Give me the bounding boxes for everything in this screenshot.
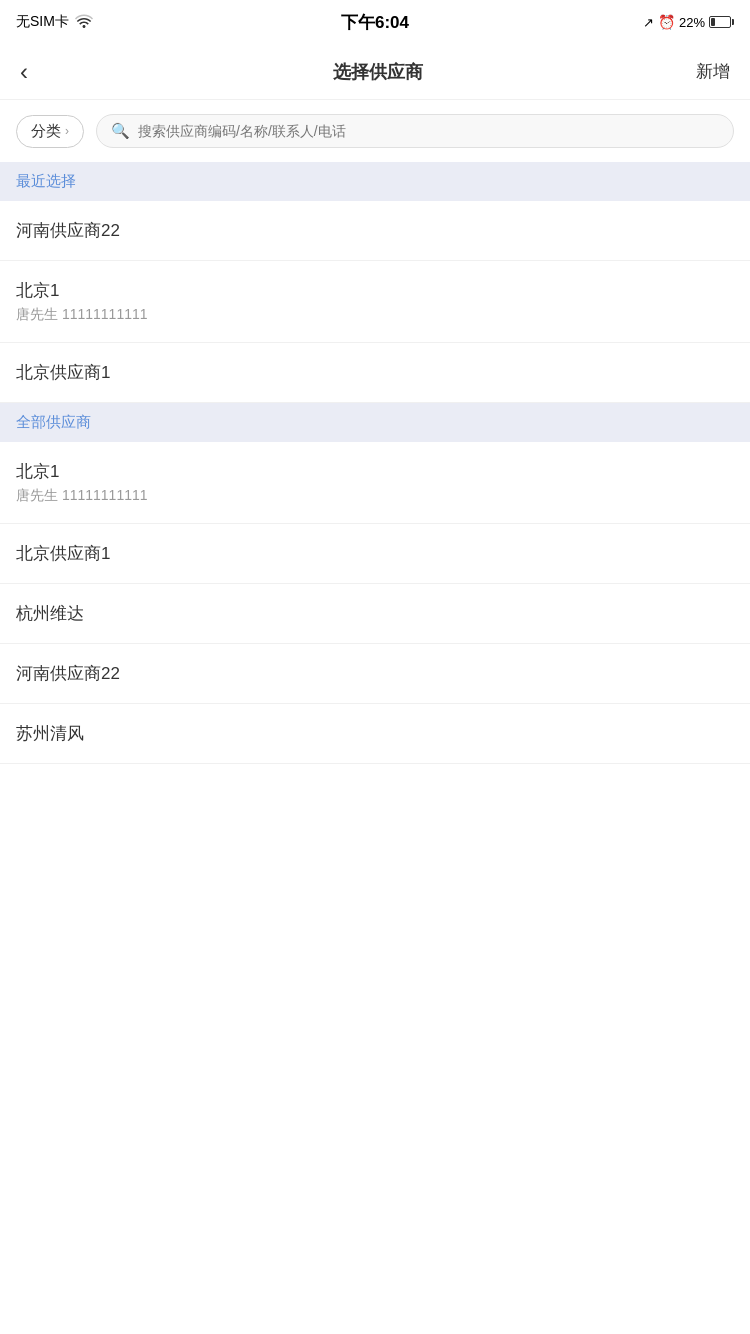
list-item[interactable]: 苏州清风 bbox=[0, 704, 750, 764]
back-button[interactable]: ‹ bbox=[20, 58, 60, 86]
nav-bar: ‹ 选择供应商 新增 bbox=[0, 44, 750, 100]
supplier-name: 苏州清风 bbox=[16, 722, 734, 745]
alarm-icon: ⏰ bbox=[658, 14, 675, 30]
all-items-list: 北京1 唐先生 11111111111 北京供应商1 杭州维达河南供应商22 苏州清风 bbox=[0, 442, 750, 764]
search-icon: 🔍 bbox=[111, 122, 130, 140]
list-item[interactable]: 北京1 唐先生 11111111111 bbox=[0, 261, 750, 343]
status-bar: 无SIM卡 下午6:04 ↗ ⏰ 22% bbox=[0, 0, 750, 44]
all-section-label: 全部供应商 bbox=[16, 413, 91, 430]
search-input[interactable] bbox=[138, 123, 719, 139]
all-section-header: 全部供应商 bbox=[0, 403, 750, 442]
list-item[interactable]: 北京供应商1 bbox=[0, 524, 750, 584]
location-icon: ↗ bbox=[643, 15, 654, 30]
supplier-name: 北京1 bbox=[16, 460, 734, 483]
battery-icon bbox=[709, 16, 734, 28]
recent-items-list: 河南供应商22 北京1 唐先生 11111111111 北京供应商1 bbox=[0, 201, 750, 403]
supplier-contact: 唐先生 11111111111 bbox=[16, 306, 734, 324]
wifi-icon bbox=[75, 14, 93, 31]
list-item[interactable]: 河南供应商22 bbox=[0, 201, 750, 261]
new-action-button[interactable]: 新增 bbox=[696, 60, 730, 83]
status-left: 无SIM卡 bbox=[16, 13, 93, 31]
list-item[interactable]: 北京1 唐先生 11111111111 bbox=[0, 442, 750, 524]
supplier-name: 河南供应商22 bbox=[16, 662, 734, 685]
category-label: 分类 bbox=[31, 122, 61, 141]
status-right: ↗ ⏰ 22% bbox=[643, 14, 734, 30]
category-button[interactable]: 分类 › bbox=[16, 115, 84, 148]
supplier-name: 杭州维达 bbox=[16, 602, 734, 625]
filter-bar: 分类 › 🔍 bbox=[0, 100, 750, 162]
page-title: 选择供应商 bbox=[333, 60, 423, 84]
status-time: 下午6:04 bbox=[341, 11, 409, 34]
list-item[interactable]: 杭州维达 bbox=[0, 584, 750, 644]
supplier-name: 河南供应商22 bbox=[16, 219, 734, 242]
search-box[interactable]: 🔍 bbox=[96, 114, 734, 148]
supplier-name: 北京1 bbox=[16, 279, 734, 302]
supplier-name: 北京供应商1 bbox=[16, 361, 734, 384]
battery-percent: 22% bbox=[679, 15, 705, 30]
list-item[interactable]: 北京供应商1 bbox=[0, 343, 750, 403]
recent-section-header: 最近选择 bbox=[0, 162, 750, 201]
list-item[interactable]: 河南供应商22 bbox=[0, 644, 750, 704]
supplier-name: 北京供应商1 bbox=[16, 542, 734, 565]
supplier-contact: 唐先生 11111111111 bbox=[16, 487, 734, 505]
recent-section-label: 最近选择 bbox=[16, 172, 76, 189]
carrier-text: 无SIM卡 bbox=[16, 13, 69, 31]
chevron-right-icon: › bbox=[65, 124, 69, 138]
